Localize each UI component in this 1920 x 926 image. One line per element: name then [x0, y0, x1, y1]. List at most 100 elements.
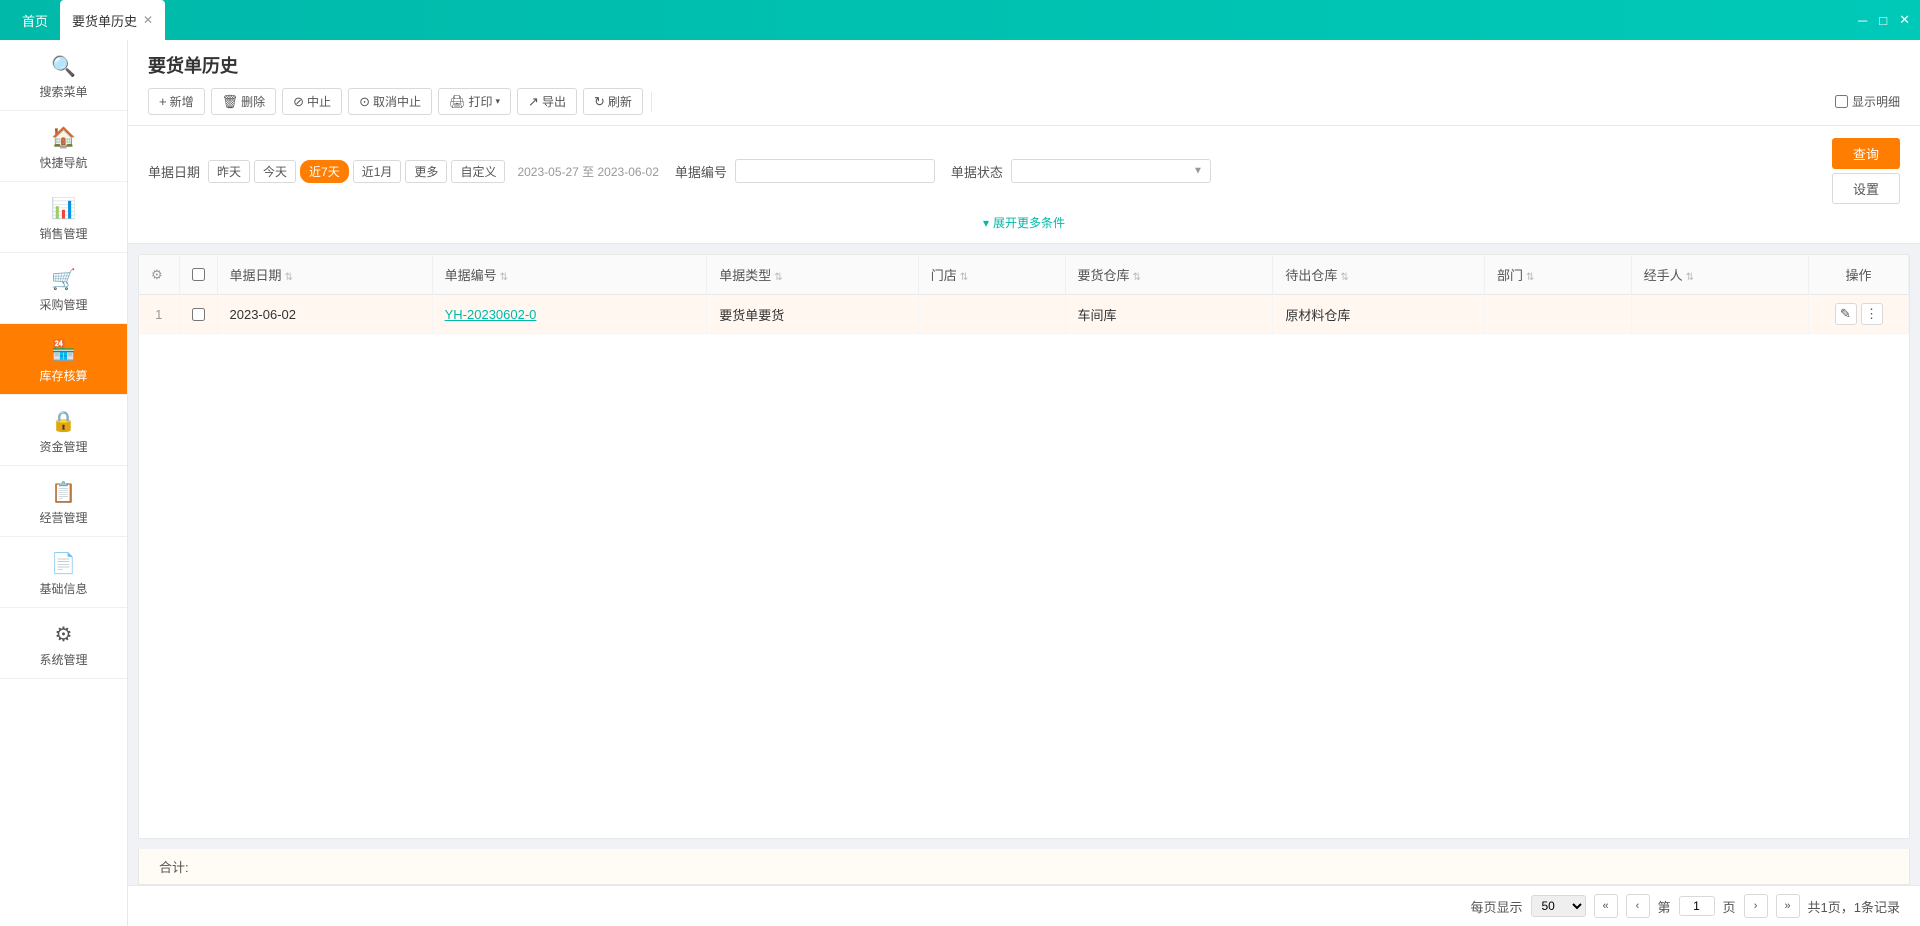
row-edit-button[interactable]: ✎ [1835, 303, 1857, 325]
last1month-btn[interactable]: 近1月 [353, 160, 402, 183]
status-select[interactable] [1011, 159, 1211, 183]
row-number: 1 [139, 295, 179, 334]
show-detail-button[interactable]: 显示明细 [1835, 93, 1900, 110]
page-title: 要货单历史 [148, 52, 1900, 78]
sidebar-item-search-menu[interactable]: 🔍 搜索菜单 [0, 40, 127, 111]
sales-mgmt-icon: 📊 [51, 196, 76, 221]
export-button[interactable]: ↗ 导出 [517, 88, 577, 115]
row-billno-link[interactable]: YH-20230602-0 [445, 307, 537, 322]
first-page-btn[interactable]: « [1594, 894, 1618, 918]
refresh-label: 刷新 [608, 93, 632, 110]
stop-label: 中止 [307, 93, 331, 110]
handler-sort-icon[interactable]: ⇅ [1686, 272, 1694, 283]
maximize-icon[interactable]: □ [1879, 13, 1887, 28]
show-detail-checkbox[interactable] [1835, 95, 1848, 108]
column-settings-icon[interactable]: ⚙ [151, 267, 163, 282]
col-handler: 经手人⇅ [1631, 255, 1808, 295]
sidebar-item-purchase-mgmt[interactable]: 🛒 采购管理 [0, 253, 127, 324]
sidebar: 🔍 搜索菜单 🏠 快捷导航 📊 销售管理 🛒 采购管理 🏪 库存核算 🔒 资金管… [0, 40, 128, 926]
row-store [918, 295, 1065, 334]
sidebar-item-sales-mgmt[interactable]: 📊 销售管理 [0, 182, 127, 253]
req-warehouse-sort-icon[interactable]: ⇅ [1133, 272, 1141, 283]
col-checkbox [179, 255, 217, 295]
data-table: ⚙ 单据日期⇅ 单据编号⇅ [139, 255, 1909, 334]
col-actions: 操作 [1809, 255, 1909, 295]
sidebar-item-label: 销售管理 [39, 225, 87, 242]
status-label: 单据状态 [951, 162, 1003, 181]
col-billno: 单据编号⇅ [432, 255, 707, 295]
inventory-icon: 🏪 [51, 338, 76, 363]
prev-page-btn[interactable]: ‹ [1626, 894, 1650, 918]
new-button[interactable]: + 新增 [148, 88, 205, 115]
filter-row-1: 单据日期 昨天 今天 近7天 近1月 更多 自定义 2023-05-27 至 2… [148, 138, 1900, 204]
store-sort-icon[interactable]: ⇅ [960, 272, 968, 283]
yesterday-btn[interactable]: 昨天 [208, 160, 250, 183]
sidebar-item-base-info[interactable]: 📄 基础信息 [0, 537, 127, 608]
page-label: 第 [1658, 897, 1671, 916]
toolbar: + 新增 🗑 删除 ⊘ 中止 ⊙ 取消中止 🖨 打印 [148, 88, 1900, 125]
billno-filter-group: 单据编号 [675, 159, 935, 183]
sidebar-item-inventory[interactable]: 🏪 库存核算 [0, 324, 127, 395]
cancel-stop-label: 取消中止 [373, 93, 421, 110]
delete-label: 删除 [241, 93, 265, 110]
set-button[interactable]: 设置 [1832, 173, 1900, 204]
select-all-checkbox[interactable] [192, 268, 205, 281]
search-menu-icon: 🔍 [51, 54, 76, 79]
expand-label: 展开更多条件 [993, 214, 1065, 231]
today-btn[interactable]: 今天 [254, 160, 296, 183]
close-window-icon[interactable]: ✕ [1899, 12, 1910, 28]
col-settings: ⚙ [139, 255, 179, 295]
sidebar-item-label: 资金管理 [39, 438, 87, 455]
billno-label: 单据编号 [675, 162, 727, 181]
expand-button[interactable]: ▾ 展开更多条件 [983, 214, 1065, 231]
billno-input[interactable] [735, 159, 935, 183]
current-page-input[interactable] [1679, 896, 1715, 916]
dept-sort-icon[interactable]: ⇅ [1526, 272, 1534, 283]
refresh-button[interactable]: ↻ 刷新 [583, 88, 643, 115]
row-checkbox[interactable] [192, 308, 205, 321]
more-btn[interactable]: 更多 [405, 160, 447, 183]
col-store: 门店⇅ [918, 255, 1065, 295]
expand-icon: ▾ [983, 216, 989, 230]
last-page-btn[interactable]: » [1776, 894, 1800, 918]
cancel-stop-button[interactable]: ⊙ 取消中止 [348, 88, 432, 115]
page-header: 要货单历史 + 新增 🗑 删除 ⊘ 中止 ⊙ 取消中止 [128, 40, 1920, 126]
minimize-icon[interactable]: ─ [1858, 13, 1867, 28]
sidebar-item-label: 基础信息 [39, 580, 87, 597]
stop-icon: ⊘ [293, 94, 304, 110]
tab-home[interactable]: 首页 [10, 0, 60, 40]
sidebar-item-operations-mgmt[interactable]: 📋 经营管理 [0, 466, 127, 537]
date-sort-icon[interactable]: ⇅ [285, 272, 293, 283]
per-page-select[interactable]: 50 100 200 [1531, 895, 1586, 917]
type-sort-icon[interactable]: ⇅ [774, 272, 782, 283]
close-tab-icon[interactable]: ✕ [143, 13, 153, 27]
sidebar-item-quick-nav[interactable]: 🏠 快捷导航 [0, 111, 127, 182]
col-req-warehouse: 要货仓库⇅ [1065, 255, 1273, 295]
table-header-row: ⚙ 单据日期⇅ 单据编号⇅ [139, 255, 1909, 295]
summary-label: 合计: [159, 860, 189, 875]
last7days-btn[interactable]: 近7天 [300, 160, 349, 183]
sidebar-item-finance-mgmt[interactable]: 🔒 资金管理 [0, 395, 127, 466]
pending-warehouse-sort-icon[interactable]: ⇅ [1340, 272, 1348, 283]
show-detail-label: 显示明细 [1852, 93, 1900, 110]
tab-requisition-history[interactable]: 要货单历史 ✕ [60, 0, 165, 40]
status-select-wrapper [1011, 159, 1211, 183]
row-dept [1484, 295, 1631, 334]
row-checkbox-cell [179, 295, 217, 334]
next-page-btn[interactable]: › [1744, 894, 1768, 918]
pagination: 每页显示 50 100 200 « ‹ 第 页 › » 共1页，1条记录 [128, 885, 1920, 926]
print-dropdown-icon: ▾ [496, 96, 501, 107]
stop-button[interactable]: ⊘ 中止 [282, 88, 342, 115]
table-row: 1 2023-06-02 YH-20230602-0 要货单要货 车间库 [139, 295, 1909, 334]
query-button[interactable]: 查询 [1832, 138, 1900, 169]
custom-btn[interactable]: 自定义 [451, 160, 505, 183]
delete-button[interactable]: 🗑 删除 [211, 88, 277, 115]
row-req-warehouse: 车间库 [1065, 295, 1273, 334]
print-button[interactable]: 🖨 打印 ▾ [438, 88, 511, 115]
col-type: 单据类型⇅ [707, 255, 919, 295]
sidebar-item-system-mgmt[interactable]: ⚙ 系统管理 [0, 608, 127, 679]
row-actions-cell: ✎ ⋮ [1809, 295, 1909, 334]
billno-sort-icon[interactable]: ⇅ [500, 272, 508, 283]
row-detail-button[interactable]: ⋮ [1861, 303, 1883, 325]
operations-mgmt-icon: 📋 [51, 480, 76, 505]
